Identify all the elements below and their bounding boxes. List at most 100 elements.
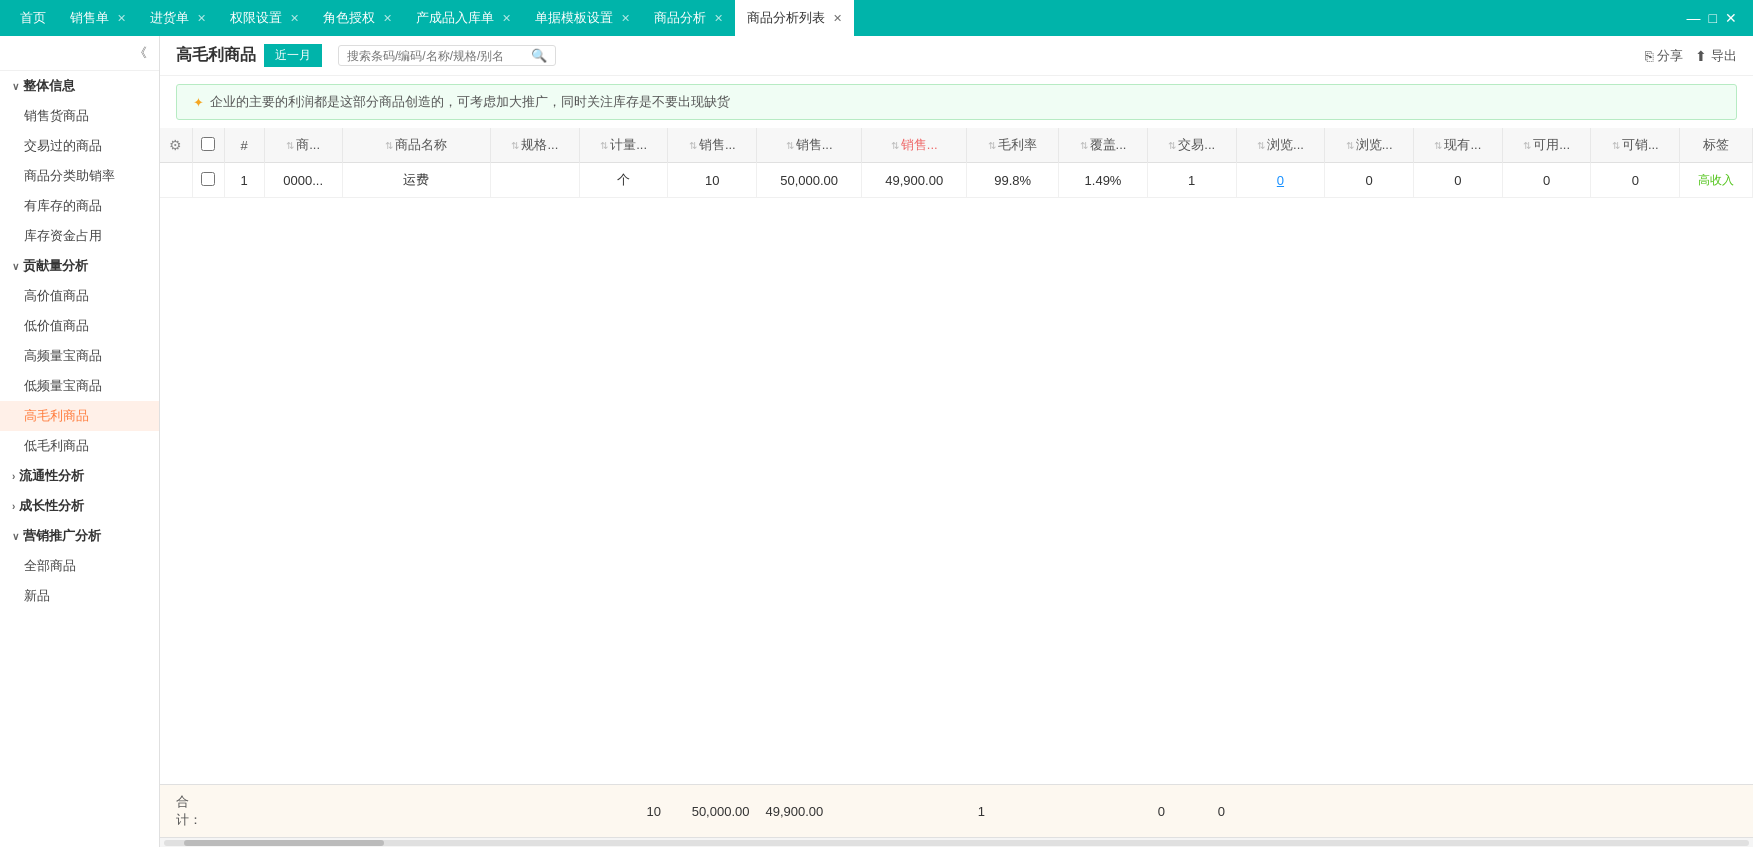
close-tab-analysis[interactable]: ✕	[714, 12, 723, 25]
sidebar-item-high-margin[interactable]: 高毛利商品	[0, 401, 159, 431]
nav-template-settings[interactable]: 单据模板设置 ✕	[523, 0, 642, 36]
col-available[interactable]: ⇅可用...	[1502, 128, 1591, 163]
col-browse2[interactable]: ⇅浏览...	[1325, 128, 1414, 163]
cell-cover: 1.49%	[1059, 163, 1148, 198]
sidebar-item-low-freq[interactable]: 低频量宝商品	[0, 371, 159, 401]
nav-home[interactable]: 首页	[8, 0, 58, 36]
sidebar-group-trend[interactable]: › 流通性分析	[0, 461, 159, 491]
close-tab-permission[interactable]: ✕	[290, 12, 299, 25]
sort-icon: ⇅	[286, 140, 294, 151]
col-checkbox	[192, 128, 224, 163]
close-tab-analysis-list[interactable]: ✕	[833, 12, 842, 25]
col-sales-amount[interactable]: ⇅销售...	[757, 128, 862, 163]
sidebar-item-high-value[interactable]: 高价值商品	[0, 281, 159, 311]
cell-spec	[491, 163, 580, 198]
col-name[interactable]: ⇅商品名称	[342, 128, 490, 163]
close-tab-purchase[interactable]: ✕	[197, 12, 206, 25]
col-current-stock[interactable]: ⇅现有...	[1414, 128, 1503, 163]
scrollbar-thumb[interactable]	[184, 840, 384, 846]
sidebar-item-all-goods[interactable]: 全部商品	[0, 551, 159, 581]
footer-bar: 合计： 10 50,000.00 49,900.00 1 0 0	[160, 784, 1753, 837]
settings-icon[interactable]: ⚙	[169, 137, 182, 153]
sidebar-item-low-margin[interactable]: 低毛利商品	[0, 431, 159, 461]
cell-unit: 个	[579, 163, 668, 198]
cell-current-stock: 0	[1414, 163, 1503, 198]
window-controls: — □ ✕	[1687, 10, 1745, 26]
col-browse1[interactable]: ⇅浏览...	[1236, 128, 1325, 163]
cell-available: 0	[1502, 163, 1591, 198]
close-tab-sales[interactable]: ✕	[117, 12, 126, 25]
close-tab-finished[interactable]: ✕	[502, 12, 511, 25]
col-spec[interactable]: ⇅规格...	[491, 128, 580, 163]
sidebar-group-financial[interactable]: ∨ 贡献量分析	[0, 251, 159, 281]
sidebar-item-stock-capital[interactable]: 库存资金占用	[0, 221, 159, 251]
col-settings[interactable]: ⚙	[160, 128, 192, 163]
sidebar-item-sales-goods[interactable]: 销售货商品	[0, 101, 159, 131]
nav-finished-goods[interactable]: 产成品入库单 ✕	[404, 0, 523, 36]
cell-trade: 1	[1147, 163, 1236, 198]
sidebar-item-new-goods[interactable]: 新品	[0, 581, 159, 611]
chevron-down-icon-3: ∨	[12, 531, 19, 542]
footer-sales-profit: 49,900.00	[758, 804, 832, 819]
nav-permission-settings[interactable]: 权限设置 ✕	[218, 0, 311, 36]
sidebar-item-traded-goods[interactable]: 交易过的商品	[0, 131, 159, 161]
close-tab-role[interactable]: ✕	[383, 12, 392, 25]
cell-index: 1	[224, 163, 264, 198]
info-banner: ✦ 企业的主要的利润都是这部分商品创造的，可考虑加大推广，同时关注库存是不要出现…	[176, 84, 1737, 120]
sidebar-group-overall[interactable]: ∨ 整体信息	[0, 71, 159, 101]
cell-browse1[interactable]: 0	[1236, 163, 1325, 198]
close-button[interactable]: ✕	[1725, 10, 1737, 26]
col-unit[interactable]: ⇅计量...	[579, 128, 668, 163]
nav-goods-analysis-list[interactable]: 商品分析列表 ✕	[735, 0, 854, 36]
table-header-row: ⚙ # ⇅商... ⇅商品名称 ⇅规格...	[160, 128, 1753, 163]
chevron-down-icon: ∨	[12, 81, 19, 92]
sidebar-group-marketing[interactable]: ∨ 营销推广分析	[0, 521, 159, 551]
search-icon[interactable]: 🔍	[531, 48, 547, 63]
search-input[interactable]	[347, 49, 527, 63]
table-row: 1 0000... 运费 个 10 50,000.00 49,900.00 99…	[160, 163, 1753, 198]
sidebar-collapse-btn[interactable]: 《	[134, 44, 147, 62]
browse1-link[interactable]: 0	[1277, 173, 1284, 188]
footer-sales-qty: 10	[624, 804, 684, 819]
cell-margin-rate: 99.8%	[967, 163, 1059, 198]
sidebar-group-growth[interactable]: › 成长性分析	[0, 491, 159, 521]
col-sales-profit[interactable]: ⇅销售...	[862, 128, 967, 163]
cell-browse2: 0	[1325, 163, 1414, 198]
col-saleable[interactable]: ⇅可销...	[1591, 128, 1680, 163]
col-code[interactable]: ⇅商...	[264, 128, 342, 163]
export-button[interactable]: ⬆ 导出	[1695, 47, 1737, 65]
export-icon: ⬆	[1695, 48, 1707, 64]
time-filter-month[interactable]: 近一月	[264, 44, 322, 67]
select-all-checkbox[interactable]	[201, 137, 215, 151]
col-sales-qty[interactable]: ⇅销售...	[668, 128, 757, 163]
col-margin-rate[interactable]: ⇅毛利率	[967, 128, 1059, 163]
col-trade[interactable]: ⇅交易...	[1147, 128, 1236, 163]
nav-goods-analysis[interactable]: 商品分析 ✕	[642, 0, 735, 36]
sidebar-item-in-stock[interactable]: 有库存的商品	[0, 191, 159, 221]
close-tab-template[interactable]: ✕	[621, 12, 630, 25]
sort-icon-name: ⇅	[385, 140, 393, 151]
time-filter-group: 近一月	[264, 44, 322, 67]
horizontal-scrollbar[interactable]	[160, 837, 1753, 847]
page-title: 高毛利商品	[176, 45, 256, 66]
maximize-button[interactable]: □	[1709, 10, 1717, 26]
col-cover[interactable]: ⇅覆盖...	[1059, 128, 1148, 163]
tag-badge: 高收入	[1698, 173, 1734, 187]
sidebar-item-analysis-assist[interactable]: 商品分类助销率	[0, 161, 159, 191]
chevron-right-icon-2: ›	[12, 501, 15, 512]
footer-trade: 1	[951, 804, 1011, 819]
minimize-button[interactable]: —	[1687, 10, 1701, 26]
nav-role-auth[interactable]: 角色授权 ✕	[311, 0, 404, 36]
row-checkbox[interactable]	[201, 172, 215, 186]
search-box: 🔍	[338, 45, 556, 66]
chevron-down-icon-2: ∨	[12, 261, 19, 272]
share-button[interactable]: ⎘ 分享	[1645, 47, 1683, 65]
cell-code: 0000...	[264, 163, 342, 198]
footer-sales-amount: 50,000.00	[684, 804, 758, 819]
nav-purchase-order[interactable]: 进货单 ✕	[138, 0, 218, 36]
sidebar-item-low-value[interactable]: 低价值商品	[0, 311, 159, 341]
sidebar-item-high-freq[interactable]: 高频量宝商品	[0, 341, 159, 371]
cell-tag: 高收入	[1680, 163, 1753, 198]
nav-sales-order[interactable]: 销售单 ✕	[58, 0, 138, 36]
table-container: ⚙ # ⇅商... ⇅商品名称 ⇅规格...	[160, 128, 1753, 784]
